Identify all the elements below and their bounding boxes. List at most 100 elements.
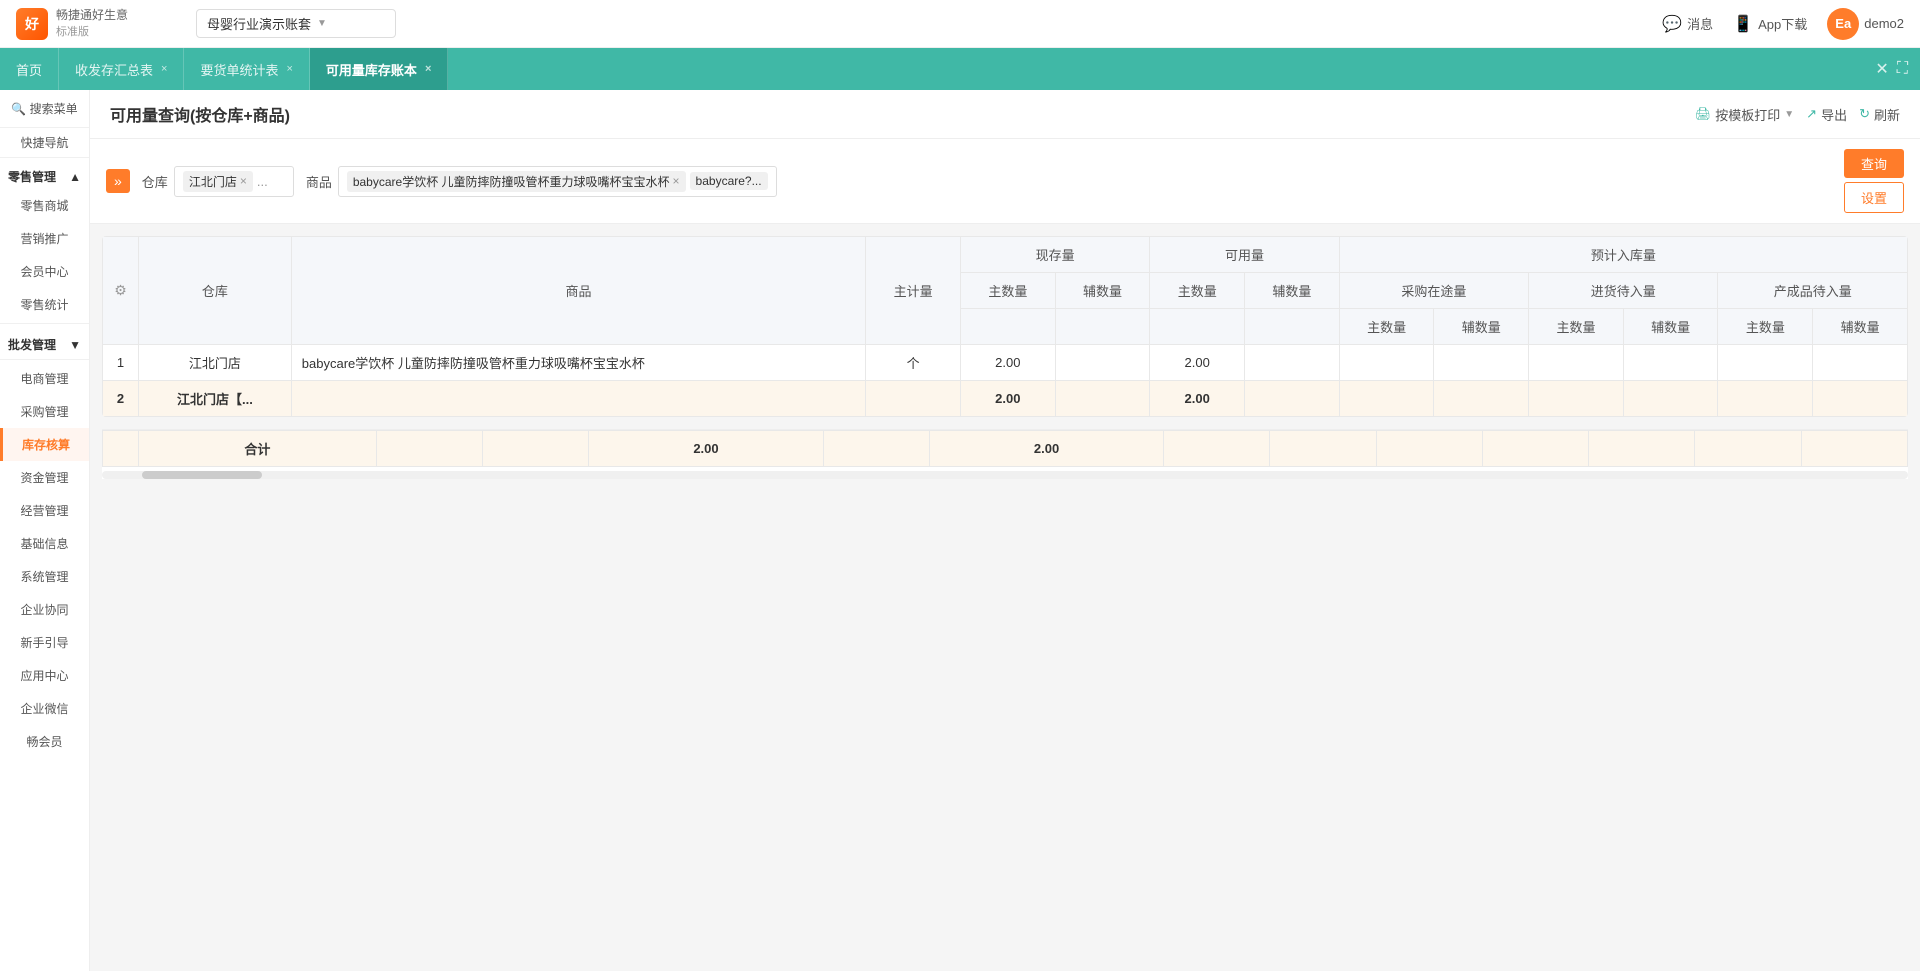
th-production-sub: 辅数量 <box>1813 309 1908 345</box>
warehouse-filter-group: 仓库 江北门店 × ... <box>142 166 294 197</box>
page-header-actions: 🖨 按模板打印 ▼ ↗ 导出 ↻ 刷新 <box>1695 105 1900 124</box>
sidebar-item-retail-mall[interactable]: 零售商城 <box>0 189 89 222</box>
main-layout: 🔍 搜索菜单 快捷导航 零售管理 ▲ 零售商城 营销推广 会员中心 零售统计 批… <box>0 90 1920 971</box>
tab-order-stats-close[interactable]: × <box>286 63 292 75</box>
print-icon: 🖨 <box>1695 106 1712 122</box>
account-selector[interactable]: 母婴行业演示账套 ▼ <box>196 9 396 38</box>
maximize-icon[interactable]: ⛶ <box>1897 60 1908 78</box>
th-purchase-sub: 辅数量 <box>1434 309 1529 345</box>
sidebar-quick-nav[interactable]: 快捷导航 <box>0 128 89 158</box>
product-tag-1-remove[interactable]: × <box>673 174 680 188</box>
tab-receive-pay[interactable]: 收发存汇总表 × <box>59 48 184 90</box>
subtotal-production-sub <box>1813 381 1908 417</box>
sidebar-item-inventory[interactable]: 库存核算 <box>0 428 89 461</box>
th-purchase-transit: 采购在途量 <box>1339 273 1528 309</box>
chevron-up-icon: ▲ <box>69 170 81 184</box>
th-goods-pending: 进货待入量 <box>1529 273 1718 309</box>
th-planned-inbound: 预计入库量 <box>1339 237 1907 273</box>
sidebar-item-purchase-label: 采购管理 <box>20 405 68 419</box>
product-tag-1-text: babycare学饮杯 儿童防摔防撞吸管杯重力球吸嘴杯宝宝水杯 <box>353 173 670 190</box>
th-stock-sub: 辅数量 <box>1055 273 1150 309</box>
warehouse-input[interactable]: 江北门店 × ... <box>174 166 294 197</box>
sidebar-item-finance[interactable]: 资金管理 <box>0 461 89 494</box>
refresh-label: 刷新 <box>1874 105 1900 124</box>
refresh-btn[interactable]: ↻ 刷新 <box>1859 105 1900 124</box>
chevron-down-icon: ▼ <box>69 338 81 352</box>
sidebar-item-cooperation[interactable]: 企业协同 <box>0 593 89 626</box>
data-table-container: ⚙ 仓库 商品 主计量 现存量 可用量 预计入库量 主数量 辅数量 主数量 辅数… <box>102 236 1908 417</box>
query-btn[interactable]: 查询 <box>1844 149 1904 178</box>
subtotal-stock-main: 2.00 <box>960 381 1055 417</box>
product-tag-2-text: babycare?... <box>696 174 762 188</box>
sidebar-item-marketing-label: 营销推广 <box>20 232 68 246</box>
total-available-main: 2.00 <box>929 431 1163 467</box>
data-table: ⚙ 仓库 商品 主计量 现存量 可用量 预计入库量 主数量 辅数量 主数量 辅数… <box>102 236 1908 417</box>
subtotal-purchase-sub <box>1434 381 1529 417</box>
warehouse-tag-text: 江北门店 <box>189 173 237 190</box>
sidebar-item-app-center[interactable]: 应用中心 <box>0 659 89 692</box>
th-available: 可用量 <box>1150 237 1339 273</box>
table-settings-icon[interactable]: ⚙ <box>114 282 127 298</box>
user-menu[interactable]: Ea demo2 <box>1827 8 1904 40</box>
sidebar-item-newbie[interactable]: 新手引导 <box>0 626 89 659</box>
settings-btn[interactable]: 设置 <box>1844 182 1904 213</box>
sidebar-item-system[interactable]: 系统管理 <box>0 560 89 593</box>
sidebar: 🔍 搜索菜单 快捷导航 零售管理 ▲ 零售商城 营销推广 会员中心 零售统计 批… <box>0 90 90 971</box>
sidebar-item-inventory-label: 库存核算 <box>22 438 70 452</box>
sidebar-item-purchase[interactable]: 采购管理 <box>0 395 89 428</box>
th-unit: 主计量 <box>866 237 961 345</box>
print-btn[interactable]: 🖨 按模板打印 ▼ <box>1695 105 1794 124</box>
message-btn[interactable]: 💬 消息 <box>1662 14 1713 34</box>
sidebar-group-retail-label: 零售管理 <box>8 168 56 185</box>
cell-purchase-sub <box>1434 345 1529 381</box>
th-pt-main <box>960 309 1055 345</box>
tab-receive-pay-close[interactable]: × <box>161 63 167 75</box>
sidebar-group-retail[interactable]: 零售管理 ▲ <box>0 158 89 189</box>
sidebar-item-marketing[interactable]: 营销推广 <box>0 222 89 255</box>
print-label: 按模板打印 <box>1715 105 1780 124</box>
export-btn[interactable]: ↗ 导出 <box>1806 105 1847 124</box>
top-bar: 好 畅捷通好生意 标准版 母婴行业演示账套 ▼ 💬 消息 📱 App下载 Ea … <box>0 0 1920 48</box>
sidebar-item-basic-info[interactable]: 基础信息 <box>0 527 89 560</box>
total-table: 合计 2.00 2.00 <box>102 430 1908 467</box>
cell-no: 1 <box>103 345 139 381</box>
tab-home[interactable]: 首页 <box>0 48 59 90</box>
sidebar-group-wholesale-label: 批发管理 <box>8 336 56 353</box>
sidebar-item-member-pro[interactable]: 畅会员 <box>0 725 89 758</box>
th-av-sub <box>1245 309 1340 345</box>
subtotal-product <box>291 381 866 417</box>
warehouse-tag-remove[interactable]: × <box>240 174 247 188</box>
sidebar-item-wechat-work[interactable]: 企业微信 <box>0 692 89 725</box>
app-download-btn[interactable]: 📱 App下载 <box>1733 14 1807 34</box>
sidebar-item-ecommerce[interactable]: 电商管理 <box>0 362 89 395</box>
avatar: Ea <box>1827 8 1859 40</box>
refresh-icon: ↻ <box>1859 106 1870 122</box>
th-inbound-main: 主数量 <box>1529 309 1624 345</box>
close-window-icon[interactable]: ✕ <box>1875 59 1888 79</box>
product-label: 商品 <box>306 172 332 191</box>
sidebar-item-operations[interactable]: 经营管理 <box>0 494 89 527</box>
logo-text: 畅捷通好生意 <box>56 8 128 24</box>
cell-inbound-main <box>1529 345 1624 381</box>
sidebar-item-app-center-label: 应用中心 <box>20 669 68 683</box>
sidebar-item-retail-stats[interactable]: 零售统计 <box>0 288 89 321</box>
total-stock-main: 2.00 <box>589 431 823 467</box>
th-production-pending: 产成品待入量 <box>1718 273 1908 309</box>
subtotal-inbound-main <box>1529 381 1624 417</box>
sidebar-search[interactable]: 🔍 搜索菜单 <box>0 90 89 128</box>
tab-receive-pay-label: 收发存汇总表 <box>75 60 153 79</box>
subtotal-purchase-main <box>1339 381 1434 417</box>
tab-order-stats[interactable]: 要货单统计表 × <box>184 48 309 90</box>
tab-available-stock[interactable]: 可用量库存账本 × <box>310 48 448 90</box>
tab-available-stock-close[interactable]: × <box>425 63 431 75</box>
sidebar-search-label: 搜索菜单 <box>30 102 78 116</box>
sidebar-group-wholesale[interactable]: 批发管理 ▼ <box>0 326 89 357</box>
product-tag-2: babycare?... <box>690 172 768 190</box>
cell-production-sub <box>1813 345 1908 381</box>
export-icon: ↗ <box>1806 106 1817 122</box>
product-input[interactable]: babycare学饮杯 儿童防摔防撞吸管杯重力球吸嘴杯宝宝水杯 × babyca… <box>338 166 777 197</box>
filter-expand-btn[interactable]: » <box>106 169 130 193</box>
sidebar-item-member[interactable]: 会员中心 <box>0 255 89 288</box>
logo-icon: 好 <box>16 8 48 40</box>
table-row: 1 江北门店 babycare学饮杯 儿童防摔防撞吸管杯重力球吸嘴杯宝宝水杯 个… <box>103 345 1908 381</box>
